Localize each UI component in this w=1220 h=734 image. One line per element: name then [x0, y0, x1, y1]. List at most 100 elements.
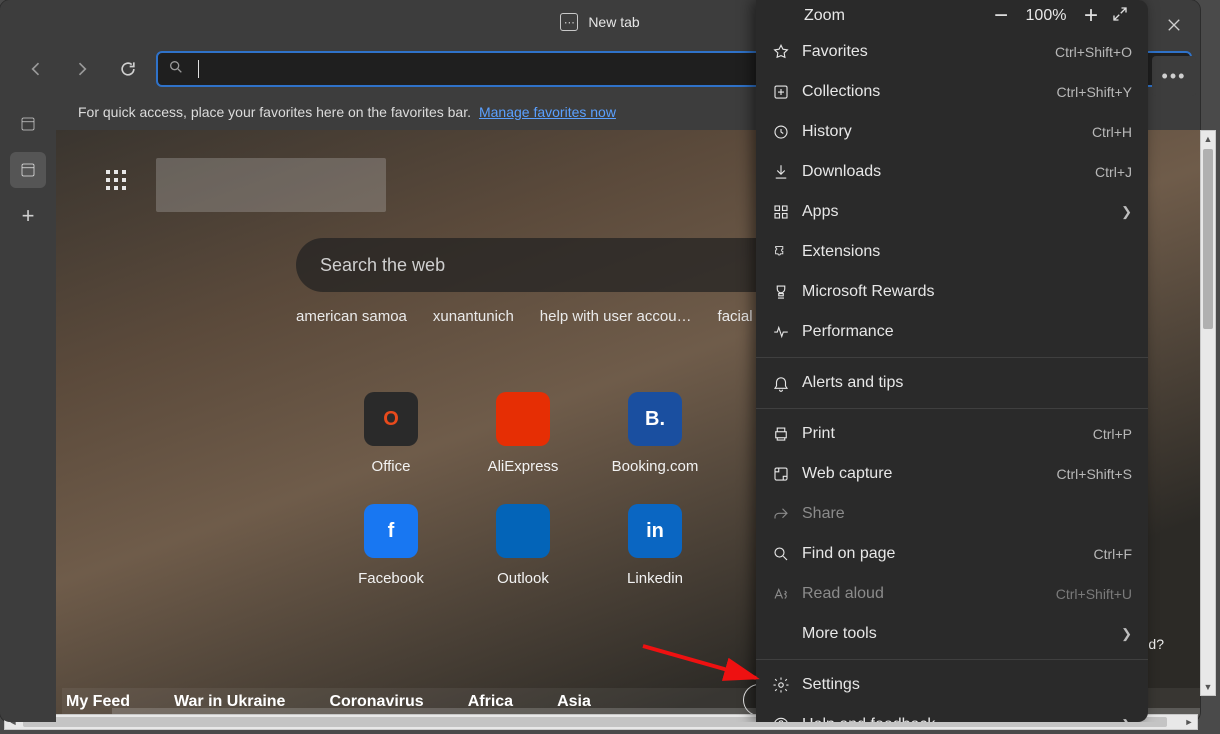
menu-item-label: Performance [802, 323, 1132, 341]
new-tab-button[interactable]: + [10, 198, 46, 234]
scroll-down-icon[interactable]: ▼ [1201, 679, 1215, 695]
tile-label: AliExpress [488, 458, 559, 475]
tile-icon [496, 392, 550, 446]
history-icon [772, 123, 802, 141]
zoom-value: 100% [1016, 7, 1076, 25]
menu-item-label: Microsoft Rewards [802, 283, 1132, 301]
menu-item-web-capture[interactable]: Web captureCtrl+Shift+S [756, 454, 1148, 494]
zoom-out-button[interactable]: − [986, 2, 1016, 30]
menu-shortcut: Ctrl+Shift+O [1055, 44, 1132, 60]
quick-link-tile[interactable]: OOffice [326, 392, 456, 504]
tab-actions-button[interactable] [10, 106, 46, 142]
capture-icon [772, 465, 802, 483]
print-icon [772, 425, 802, 443]
refresh-button[interactable] [110, 51, 146, 87]
menu-item-more-tools[interactable]: More tools❯ [756, 614, 1148, 654]
quick-link-tile[interactable]: in Linkedin [590, 504, 720, 616]
quick-link-tile[interactable]: AliExpress [458, 392, 588, 504]
menu-shortcut: Ctrl+Shift+U [1056, 586, 1132, 602]
pulse-icon [772, 323, 802, 341]
bell-icon [772, 374, 802, 392]
current-tab-button[interactable] [10, 152, 46, 188]
fullscreen-button[interactable] [1106, 5, 1134, 28]
trending-item[interactable]: help with user accou… [540, 308, 692, 325]
menu-item-label: Print [802, 425, 1093, 443]
menu-item-collections[interactable]: CollectionsCtrl+Shift+Y [756, 72, 1148, 112]
menu-item-label: Alerts and tips [802, 374, 1132, 392]
menu-item-share: Share [756, 494, 1148, 534]
menu-item-settings[interactable]: Settings [756, 665, 1148, 705]
star-icon [772, 43, 802, 61]
quick-link-tile[interactable]: Outlook [458, 504, 588, 616]
menu-item-downloads[interactable]: DownloadsCtrl+J [756, 152, 1148, 192]
quick-link-tile[interactable]: f Facebook [326, 504, 456, 616]
menu-item-label: Web capture [802, 465, 1057, 483]
menu-shortcut: Ctrl+Shift+Y [1057, 84, 1132, 100]
quick-link-tile[interactable]: B.Booking.com [590, 392, 720, 504]
menu-separator [756, 357, 1148, 358]
cropped-page-text: d? [1148, 636, 1164, 652]
tile-icon: B. [628, 392, 682, 446]
menu-item-microsoft-rewards[interactable]: Microsoft Rewards [756, 272, 1148, 312]
menu-item-label: History [802, 123, 1092, 141]
download-icon [772, 163, 802, 181]
menu-shortcut: Ctrl+F [1094, 546, 1133, 562]
menu-item-apps[interactable]: Apps❯ [756, 192, 1148, 232]
menu-item-label: Extensions [802, 243, 1132, 261]
search-icon [168, 59, 184, 80]
text-cursor [198, 60, 199, 78]
menu-item-help-and-feedback[interactable]: Help and feedback❯ [756, 705, 1148, 722]
settings-and-more-button[interactable]: ••• [1152, 56, 1196, 96]
chevron-right-icon: ❯ [1121, 626, 1132, 642]
menu-item-print[interactable]: PrintCtrl+P [756, 414, 1148, 454]
tab-label[interactable]: New tab [588, 14, 639, 30]
menu-item-performance[interactable]: Performance [756, 312, 1148, 352]
menu-item-extensions[interactable]: Extensions [756, 232, 1148, 272]
menu-item-find-on-page[interactable]: Find on pageCtrl+F [756, 534, 1148, 574]
app-launcher-icon[interactable] [106, 170, 136, 200]
menu-item-alerts-and-tips[interactable]: Alerts and tips [756, 363, 1148, 403]
trending-searches: american samoa xunantunich help with use… [296, 308, 778, 325]
forward-button[interactable] [64, 51, 100, 87]
favorites-hint: For quick access, place your favorites h… [78, 104, 471, 120]
manage-favorites-link[interactable]: Manage favorites now [479, 104, 616, 120]
trophy-icon [772, 283, 802, 301]
outer-vertical-scrollbar[interactable]: ▲ ▼ [1200, 130, 1216, 696]
scroll-thumb[interactable] [1203, 149, 1213, 329]
gear-icon [772, 676, 802, 694]
puzzle-icon [772, 243, 802, 261]
zoom-row: Zoom − 100% + [756, 0, 1148, 32]
search-placeholder: Search the web [320, 255, 445, 276]
menu-item-label: Downloads [802, 163, 1095, 181]
menu-item-history[interactable]: HistoryCtrl+H [756, 112, 1148, 152]
tile-label: Office [372, 458, 411, 475]
menu-item-label: Read aloud [802, 585, 1056, 603]
tile-icon: f [364, 504, 418, 558]
menu-item-label: Favorites [802, 43, 1055, 61]
menu-item-label: Collections [802, 83, 1057, 101]
scroll-right-icon[interactable]: ► [1181, 715, 1197, 729]
tile-icon: in [628, 504, 682, 558]
tile-label: Outlook [497, 570, 549, 587]
vertical-tab-rail: + [0, 96, 56, 722]
help-icon [772, 716, 802, 722]
menu-separator [756, 408, 1148, 409]
share-icon [772, 505, 802, 523]
tile-label: Facebook [358, 570, 424, 587]
window-close-button[interactable] [1152, 10, 1196, 40]
menu-item-favorites[interactable]: FavoritesCtrl+Shift+O [756, 32, 1148, 72]
menu-item-label: Find on page [802, 545, 1094, 563]
back-button[interactable] [18, 51, 54, 87]
menu-shortcut: Ctrl+P [1093, 426, 1132, 442]
zoom-in-button[interactable]: + [1076, 2, 1106, 30]
find-icon [772, 545, 802, 563]
browser-window: ⋯ New tab ••• [0, 0, 1200, 722]
menu-separator [756, 659, 1148, 660]
scroll-up-icon[interactable]: ▲ [1201, 131, 1215, 147]
trending-item[interactable]: american samoa [296, 308, 407, 325]
menu-item-label: More tools [802, 625, 1121, 643]
trending-item[interactable]: xunantunich [433, 308, 514, 325]
newtab-icon: ⋯ [560, 13, 578, 31]
menu-shortcut: Ctrl+H [1092, 124, 1132, 140]
tile-label: Linkedin [627, 570, 683, 587]
